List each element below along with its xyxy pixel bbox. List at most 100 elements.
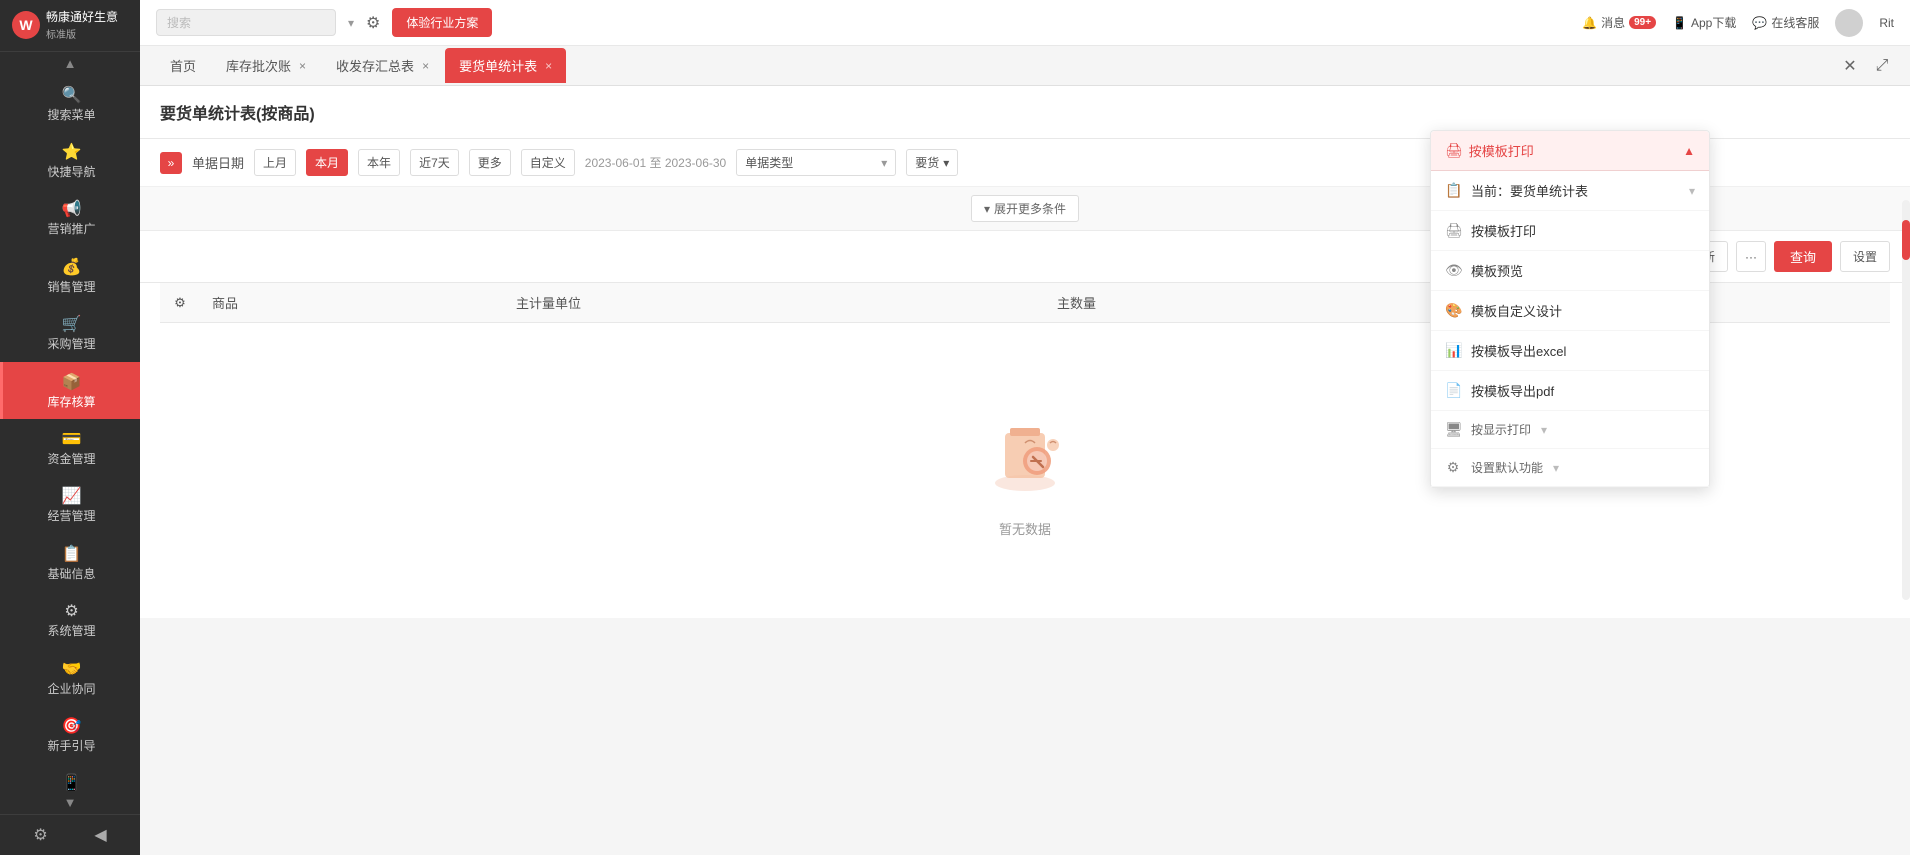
sidebar-item-guide[interactable]: 🎯 新手引导 xyxy=(0,706,140,763)
type-filter-select[interactable]: 单据类型 ▾ xyxy=(736,149,896,176)
dropdown-export-excel[interactable]: 📊 按模板导出excel xyxy=(1431,331,1709,371)
date-btn-last-month[interactable]: 上月 xyxy=(254,149,296,176)
app-logo: W 畅康通好生意 标准版 xyxy=(0,0,140,52)
yh-filter-item[interactable]: 要货 ▾ xyxy=(906,149,958,176)
notifications-item[interactable]: 🔔 消息 99+ xyxy=(1582,14,1656,31)
display-print-label: 按显示打印 xyxy=(1471,421,1531,438)
col-settings-icon: ⚙ xyxy=(174,295,186,310)
display-print-arrow: ▾ xyxy=(1541,423,1547,437)
col-quantity: 主数量 xyxy=(1045,283,1428,323)
app-download-item[interactable]: 📱 App下载 xyxy=(1672,14,1736,31)
date-btn-this-month[interactable]: 本月 xyxy=(306,149,348,176)
sidebar-item-search[interactable]: 🔍 搜索菜单 xyxy=(0,75,140,132)
date-filter-label: 单据日期 xyxy=(192,153,244,172)
date-btn-7days[interactable]: 近7天 xyxy=(410,149,459,176)
right-scrollbar[interactable] xyxy=(1902,200,1910,600)
maximize-btn[interactable]: ⤢ xyxy=(1870,54,1894,78)
tab-inventory-batch-close[interactable]: × xyxy=(299,59,306,73)
default-settings-icon: ⚙ xyxy=(1445,459,1461,476)
more-btn[interactable]: ··· xyxy=(1736,241,1766,272)
app-name: 畅康通好生意 xyxy=(46,10,118,26)
logo-text-container: 畅康通好生意 标准版 xyxy=(46,10,118,41)
dropdown-display-print[interactable]: 🖥 按显示打印 ▾ xyxy=(1431,411,1709,449)
dropdown-template-design[interactable]: 🎨 模板自定义设计 xyxy=(1431,291,1709,331)
online-service-label: 在线客服 xyxy=(1771,14,1819,31)
topbar-search-box[interactable]: 搜索 xyxy=(156,9,336,36)
sidebar-item-collab[interactable]: 🤝 企业协同 xyxy=(0,649,140,706)
user-avatar[interactable] xyxy=(1835,9,1863,37)
date-btn-this-year[interactable]: 本年 xyxy=(358,149,400,176)
system-icon: ⚙ xyxy=(64,601,78,621)
sidebar-scroll-up[interactable]: ▲ xyxy=(0,52,140,75)
dropdown-export-pdf[interactable]: 📄 按模板导出pdf xyxy=(1431,371,1709,411)
tab-order-stats[interactable]: 要货单统计表 × xyxy=(445,48,566,83)
industry-btn[interactable]: 体验行业方案 xyxy=(392,8,492,37)
sidebar-item-inventory[interactable]: 📦 库存核算 xyxy=(0,362,140,419)
dropdown-header-left: 🖨 按模板打印 xyxy=(1445,141,1534,160)
topbar-chevron-icon[interactable]: ▾ xyxy=(348,16,354,30)
tab-summary-close[interactable]: × xyxy=(422,59,429,73)
sidebar-item-purchase[interactable]: 🛒 采购管理 xyxy=(0,304,140,361)
online-service-item[interactable]: 💬 在线客服 xyxy=(1752,14,1819,31)
yh-filter-label: 要货 xyxy=(915,154,939,171)
dropdown-template-print[interactable]: 🖨 按模板打印 xyxy=(1431,211,1709,251)
more-label: ··· xyxy=(1745,250,1757,264)
query-btn[interactable]: 查询 xyxy=(1774,241,1832,272)
user-name[interactable]: Rit xyxy=(1879,16,1894,30)
date-btn-more[interactable]: 更多 xyxy=(469,149,511,176)
sidebar-label-purchase: 采购管理 xyxy=(47,337,95,351)
sidebar-item-system[interactable]: ⚙ 系统管理 xyxy=(0,591,140,648)
dropdown-close-chevron[interactable]: ▲ xyxy=(1683,144,1695,158)
expand-more-btn[interactable]: ▾ 展开更多条件 xyxy=(971,195,1079,222)
sidebar-label-finance: 资金管理 xyxy=(47,452,95,466)
dropdown-current-template[interactable]: 📋 当前：要货单统计表 ▾ xyxy=(1431,171,1709,211)
sidebar-item-quicknav[interactable]: ⭐ 快捷导航 xyxy=(0,132,140,189)
sidebar-item-finance[interactable]: 💳 资金管理 xyxy=(0,419,140,476)
tab-summary-label: 收发存汇总表 xyxy=(336,56,414,75)
quicknav-icon: ⭐ xyxy=(62,142,82,162)
search-text: 搜索 xyxy=(167,14,191,31)
sidebar-item-marketing[interactable]: 📢 营销推广 xyxy=(0,189,140,246)
export-excel-label: 按模板导出excel xyxy=(1471,341,1695,360)
tab-home[interactable]: 首页 xyxy=(156,48,210,83)
display-print-icon: 🖥 xyxy=(1445,421,1461,438)
tabbar: 首页 库存批次账 × 收发存汇总表 × 要货单统计表 × ✕ ⤢ xyxy=(140,46,1910,86)
col-settings[interactable]: ⚙ xyxy=(160,283,200,323)
export-excel-icon: 📊 xyxy=(1445,342,1461,359)
filter-expand-btn[interactable]: » xyxy=(160,152,182,174)
sidebar-item-operations[interactable]: 📈 经营管理 xyxy=(0,476,140,533)
export-pdf-label: 按模板导出pdf xyxy=(1471,381,1695,400)
sidebar-scroll-down[interactable]: ▼ xyxy=(0,791,140,814)
topbar: 搜索 ▾ ⚙ 体验行业方案 🔔 消息 99+ 📱 App下载 💬 在线客服 Ri… xyxy=(140,0,1910,46)
default-settings-arrow: ▾ xyxy=(1553,461,1559,475)
tab-order-stats-close[interactable]: × xyxy=(545,59,552,73)
settings-btn[interactable]: 设置 xyxy=(1840,241,1890,272)
empty-state-illustration xyxy=(975,403,1075,503)
type-filter-chevron: ▾ xyxy=(881,156,887,170)
tab-summary[interactable]: 收发存汇总表 × xyxy=(322,48,443,83)
guide-icon: 🎯 xyxy=(62,716,82,736)
sidebar: W 畅康通好生意 标准版 ▲ 🔍 搜索菜单 ⭐ 快捷导航 📢 营销推广 💰 销售… xyxy=(0,0,140,855)
expand-icon: » xyxy=(168,156,175,170)
dropdown-header: 🖨 按模板打印 ▲ xyxy=(1431,131,1709,171)
sidebar-item-appcenter[interactable]: 📱 应用中心 xyxy=(0,763,140,791)
empty-text: 暂无数据 xyxy=(999,519,1051,538)
dropdown-default-settings[interactable]: ⚙ 设置默认功能 ▾ xyxy=(1431,449,1709,487)
close-window-btn[interactable]: ✕ xyxy=(1838,54,1862,78)
default-settings-label: 设置默认功能 xyxy=(1471,459,1543,476)
dropdown-template-preview[interactable]: 👁 模板预览 xyxy=(1431,251,1709,291)
notifications-label: 消息 xyxy=(1601,14,1625,31)
export-pdf-icon: 📄 xyxy=(1445,382,1461,399)
topbar-gear-icon[interactable]: ⚙ xyxy=(366,13,380,33)
sidebar-item-basic-info[interactable]: 📋 基础信息 xyxy=(0,534,140,591)
sidebar-label-operations: 经营管理 xyxy=(47,509,95,523)
current-template-icon: 📋 xyxy=(1445,182,1461,199)
collapse-icon[interactable]: ◀ xyxy=(94,825,106,845)
dropdown-header-label: 按模板打印 xyxy=(1469,141,1534,160)
settings-bottom-icon[interactable]: ⚙ xyxy=(33,825,47,845)
tab-inventory-batch[interactable]: 库存批次账 × xyxy=(212,48,320,83)
date-btn-custom[interactable]: 自定义 xyxy=(521,149,575,176)
sales-icon: 💰 xyxy=(62,257,82,277)
sidebar-item-sales[interactable]: 💰 销售管理 xyxy=(0,247,140,304)
notifications-badge: 99+ xyxy=(1629,16,1656,29)
